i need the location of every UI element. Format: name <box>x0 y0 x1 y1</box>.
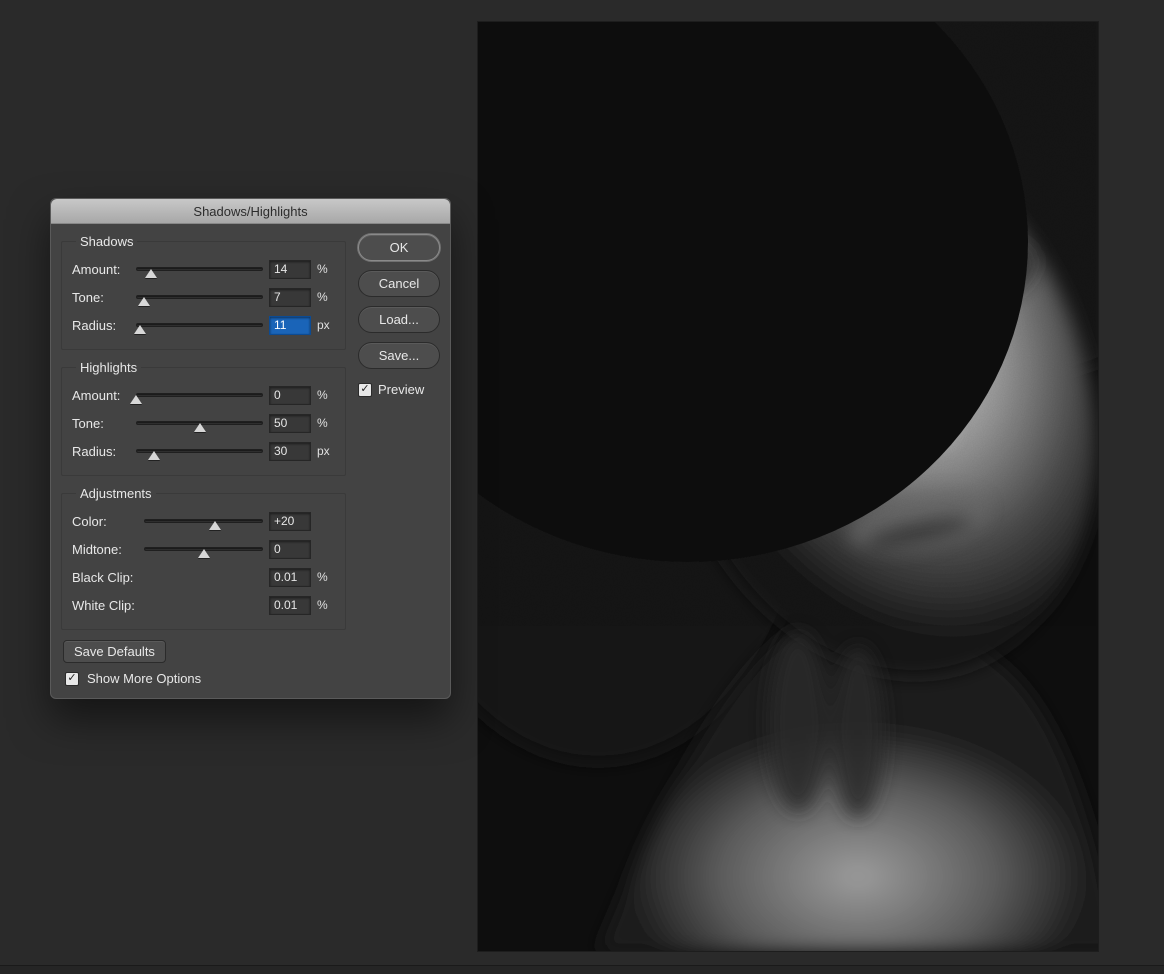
shadows-amount-row: Amount: % <box>72 255 335 283</box>
highlights-radius-row: Radius: px <box>72 437 335 465</box>
unit-label: % <box>317 388 335 402</box>
highlights-tone-slider[interactable] <box>136 414 263 432</box>
black-clip-label: Black Clip: <box>72 570 138 585</box>
shadows-amount-label: Amount: <box>72 262 130 277</box>
save-defaults-label: Save Defaults <box>74 644 155 659</box>
unit-label: px <box>317 444 335 458</box>
shadows-tone-label: Tone: <box>72 290 130 305</box>
unit-label: px <box>317 318 335 332</box>
slider-thumb-icon <box>148 451 160 460</box>
highlights-amount-input[interactable] <box>269 386 311 405</box>
slider-thumb-icon <box>145 269 157 278</box>
white-clip-input[interactable] <box>269 596 311 615</box>
shadows-tone-slider[interactable] <box>136 288 263 306</box>
highlights-radius-input[interactable] <box>269 442 311 461</box>
ok-button[interactable]: OK <box>358 234 440 261</box>
slider-thumb-icon <box>198 549 210 558</box>
dialog-title: Shadows/Highlights <box>193 204 307 219</box>
shadows-highlights-dialog: Shadows/Highlights Shadows Amount: % Ton… <box>50 198 451 699</box>
cancel-label: Cancel <box>379 276 419 291</box>
preview-label: Preview <box>378 382 424 397</box>
midtone-label: Midtone: <box>72 542 138 557</box>
slider-thumb-icon <box>194 423 206 432</box>
show-more-options-checkbox[interactable] <box>65 672 79 686</box>
highlights-tone-row: Tone: % <box>72 409 335 437</box>
color-slider[interactable] <box>144 512 263 530</box>
slider-thumb-icon <box>134 325 146 334</box>
shadows-amount-slider[interactable] <box>136 260 263 278</box>
slider-thumb-icon <box>209 521 221 530</box>
highlights-radius-label: Radius: <box>72 444 130 459</box>
slider-thumb-icon <box>138 297 150 306</box>
highlights-tone-input[interactable] <box>269 414 311 433</box>
midtone-slider[interactable] <box>144 540 263 558</box>
midtone-input[interactable] <box>269 540 311 559</box>
shadows-amount-input[interactable] <box>269 260 311 279</box>
adjustments-group: Adjustments Color: Midtone: <box>61 486 346 630</box>
highlights-tone-label: Tone: <box>72 416 130 431</box>
save-label: Save... <box>379 348 419 363</box>
save-button[interactable]: Save... <box>358 342 440 369</box>
color-input[interactable] <box>269 512 311 531</box>
color-row: Color: <box>72 507 335 535</box>
black-clip-row: Black Clip: % <box>72 563 335 591</box>
unit-label: % <box>317 290 335 304</box>
black-clip-input[interactable] <box>269 568 311 587</box>
load-button[interactable]: Load... <box>358 306 440 333</box>
shadows-tone-row: Tone: % <box>72 283 335 311</box>
shadows-legend: Shadows <box>76 234 137 249</box>
unit-label: % <box>317 570 335 584</box>
shadows-radius-input[interactable] <box>269 316 311 335</box>
unit-label: % <box>317 262 335 276</box>
save-defaults-button[interactable]: Save Defaults <box>63 640 166 663</box>
highlights-amount-row: Amount: % <box>72 381 335 409</box>
highlights-amount-slider[interactable] <box>136 386 263 404</box>
white-clip-label: White Clip: <box>72 598 138 613</box>
unit-label: % <box>317 416 335 430</box>
highlights-amount-label: Amount: <box>72 388 130 403</box>
shadows-tone-input[interactable] <box>269 288 311 307</box>
preview-checkbox[interactable] <box>358 383 372 397</box>
highlights-group: Highlights Amount: % Tone: <box>61 360 346 476</box>
shadows-radius-slider[interactable] <box>136 316 263 334</box>
color-label: Color: <box>72 514 138 529</box>
shadows-radius-label: Radius: <box>72 318 130 333</box>
document-image-preview[interactable] <box>478 22 1098 951</box>
ok-label: OK <box>390 240 409 255</box>
dialog-titlebar[interactable]: Shadows/Highlights <box>51 199 450 224</box>
load-label: Load... <box>379 312 419 327</box>
highlights-radius-slider[interactable] <box>136 442 263 460</box>
adjustments-legend: Adjustments <box>76 486 156 501</box>
shadows-group: Shadows Amount: % Tone: <box>61 234 346 350</box>
midtone-row: Midtone: <box>72 535 335 563</box>
cancel-button[interactable]: Cancel <box>358 270 440 297</box>
shadows-radius-row: Radius: px <box>72 311 335 339</box>
white-clip-row: White Clip: % <box>72 591 335 619</box>
highlights-legend: Highlights <box>76 360 141 375</box>
unit-label: % <box>317 598 335 612</box>
slider-thumb-icon <box>130 395 142 404</box>
show-more-options-label: Show More Options <box>87 671 201 686</box>
